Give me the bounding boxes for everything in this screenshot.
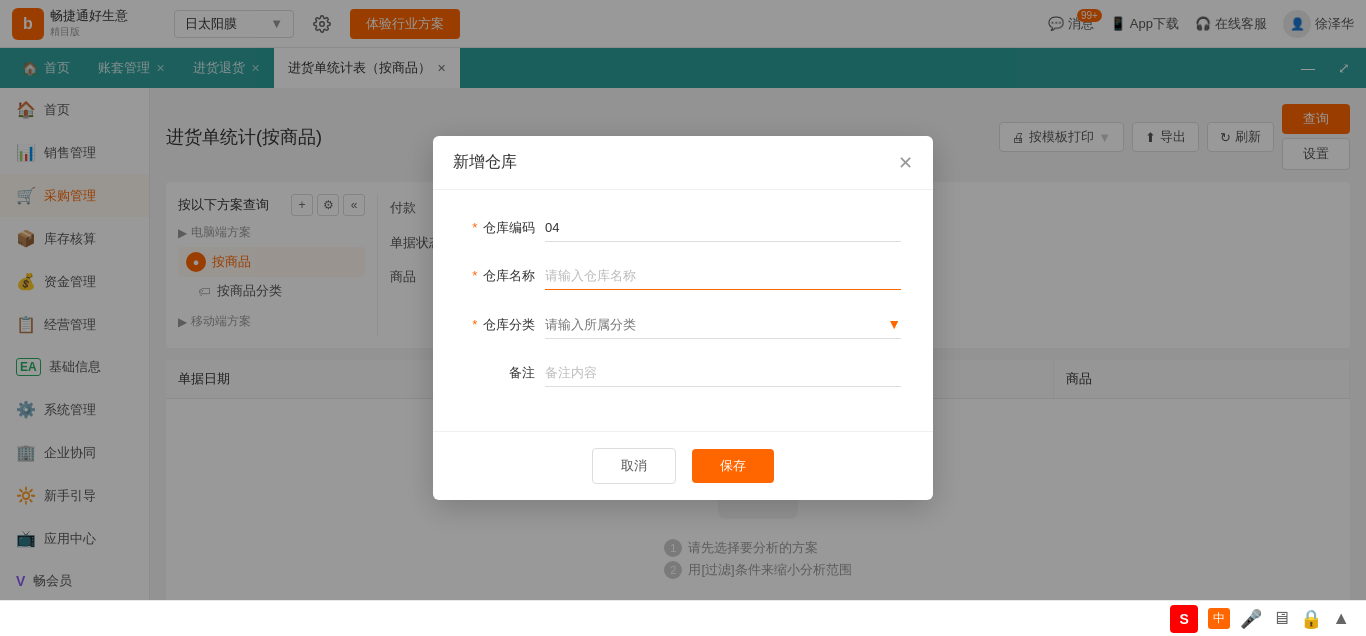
lock-icon[interactable]: 🔒	[1300, 608, 1322, 630]
cancel-button[interactable]: 取消	[592, 448, 676, 484]
modal-footer: 取消 保存	[433, 431, 933, 500]
modal-title: 新增仓库	[453, 152, 517, 173]
category-label: * 仓库分类	[465, 316, 545, 334]
note-input[interactable]	[545, 359, 901, 387]
form-row-code: * 仓库编码	[465, 214, 901, 242]
s-logo: S	[1170, 605, 1198, 633]
category-dropdown-icon[interactable]: ▼	[887, 316, 901, 332]
modal-body: * 仓库编码 * 仓库名称 * 仓库分类	[433, 190, 933, 431]
modal-overlay[interactable]: 新增仓库 ✕ * 仓库编码 * 仓库名称	[0, 0, 1366, 636]
form-row-name: * 仓库名称	[465, 262, 901, 290]
arrow-up-icon[interactable]: ▲	[1332, 608, 1350, 629]
modal-header: 新增仓库 ✕	[433, 136, 933, 190]
modal-close-button[interactable]: ✕	[898, 154, 913, 172]
code-input[interactable]	[545, 214, 901, 242]
form-row-category: * 仓库分类 ▼	[465, 310, 901, 339]
name-input[interactable]	[545, 262, 901, 290]
form-row-note: 备注	[465, 359, 901, 387]
category-select-wrapper: ▼	[545, 310, 901, 339]
category-input[interactable]	[545, 317, 887, 332]
microphone-icon[interactable]: 🎤	[1240, 608, 1262, 630]
name-label: * 仓库名称	[465, 267, 545, 285]
save-button[interactable]: 保存	[692, 449, 774, 483]
monitor-icon[interactable]: 🖥	[1272, 608, 1290, 629]
modal-new-warehouse: 新增仓库 ✕ * 仓库编码 * 仓库名称	[433, 136, 933, 500]
code-label: * 仓库编码	[465, 219, 545, 237]
note-label: 备注	[465, 364, 545, 382]
bottom-bar: S 中 🎤 🖥 🔒 ▲	[0, 600, 1366, 636]
chinese-input-badge[interactable]: 中	[1208, 608, 1230, 629]
